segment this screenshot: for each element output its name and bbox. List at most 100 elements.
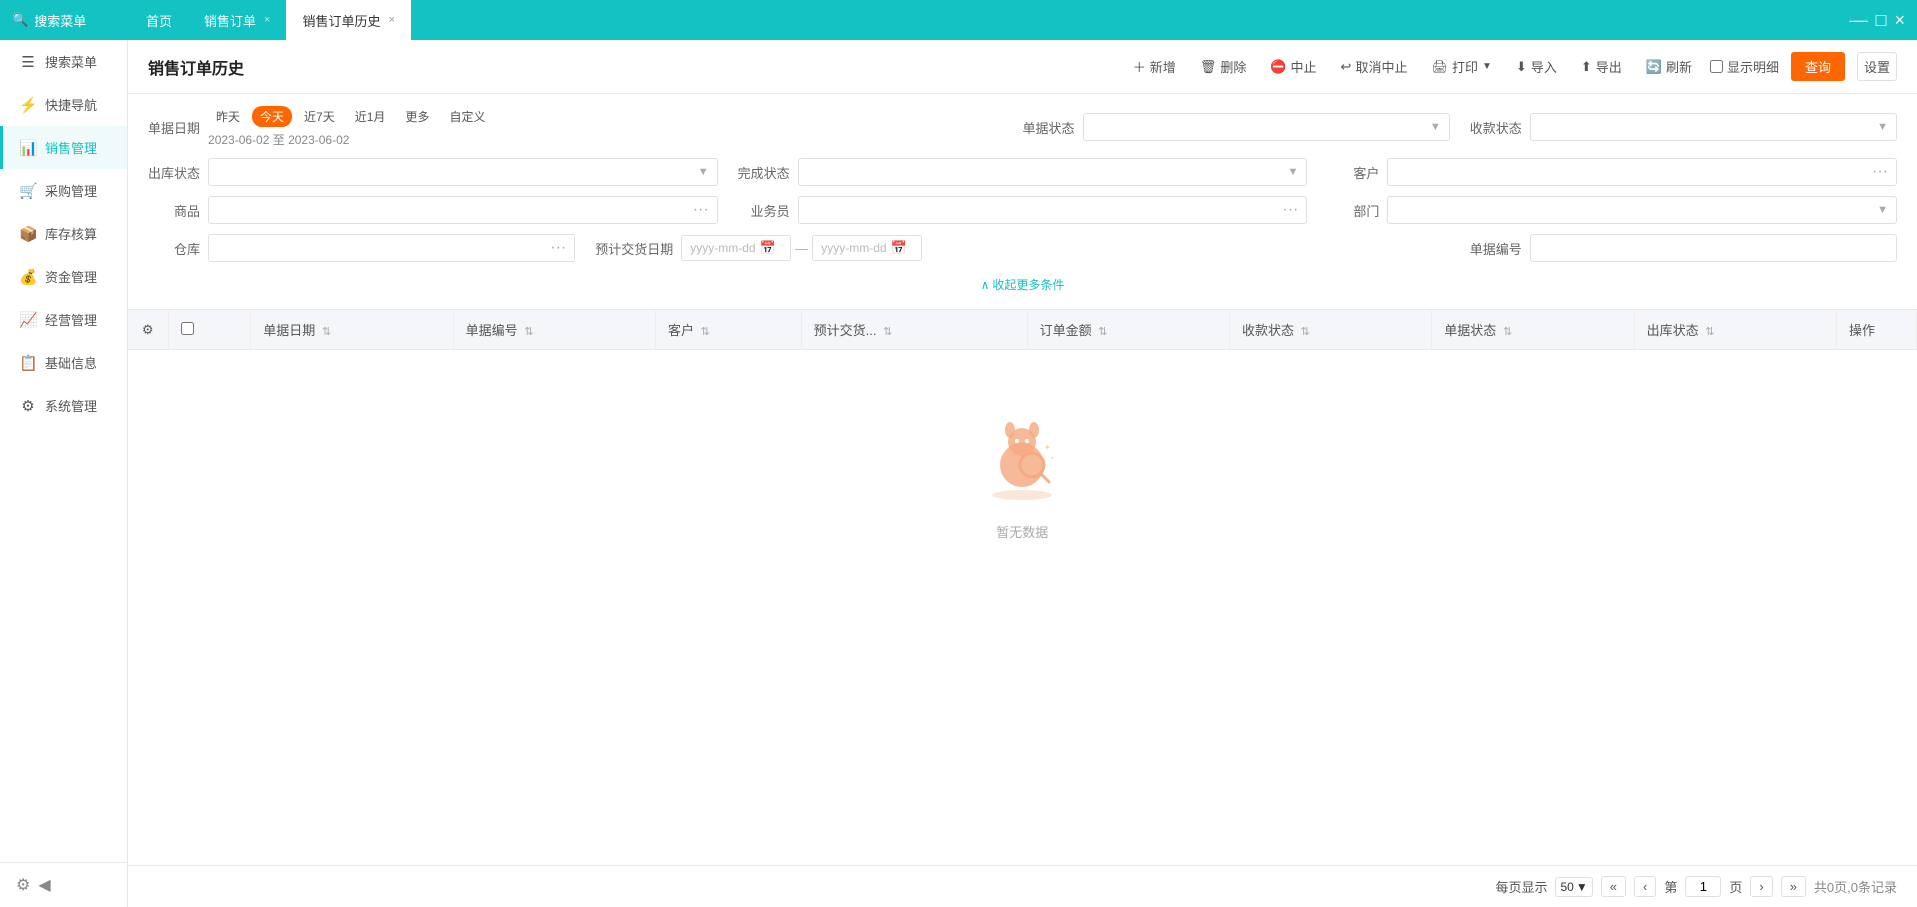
toolbar: ＋ 新增 🗑 删除 ⛔ 中止 ↩ 取消中止 🖨 打印 — [1127, 52, 1897, 81]
col-payment-status[interactable]: 收款状态 ⇅ — [1229, 310, 1431, 350]
display-details-checkbox[interactable] — [1710, 60, 1723, 73]
warehouse-out-select[interactable]: ▼ — [208, 158, 718, 186]
payment-status-select[interactable]: ▼ — [1530, 113, 1897, 141]
col-number[interactable]: 单据编号 ⇅ — [453, 310, 655, 350]
delivery-date-from[interactable]: yyyy-mm-dd 📅 — [681, 235, 791, 261]
page-label: 第 — [1664, 877, 1677, 896]
display-details-checkbox-label[interactable]: 显示明细 — [1710, 57, 1779, 76]
col-customer-label: 客户 — [668, 323, 694, 338]
product-input[interactable]: ··· — [208, 196, 718, 224]
select-all-checkbox[interactable] — [181, 322, 194, 335]
date-chip-today[interactable]: 今天 — [252, 106, 292, 127]
search-bar[interactable]: 🔍 搜索菜单 — [0, 5, 130, 36]
sidebar-item-purchase[interactable]: 🛒 采购管理 — [0, 169, 127, 212]
sidebar-purchase-label: 采购管理 — [45, 181, 97, 200]
stop-label: 中止 — [1291, 57, 1317, 76]
sidebar-item-sales[interactable]: 📊 销售管理 — [0, 126, 127, 169]
filter-warehouse-out-status: 出库状态 ▼ — [148, 158, 718, 186]
page-number-input[interactable] — [1685, 876, 1721, 897]
window-maximize-btn[interactable]: □ — [1876, 10, 1887, 31]
page-size-value: 50 — [1560, 880, 1573, 894]
print-button[interactable]: 🖨 打印 ▼ — [1425, 53, 1497, 80]
sales-icon: 📊 — [19, 139, 37, 157]
system-icon: ⚙ — [19, 397, 37, 415]
sidebar-item-basic-info[interactable]: 📋 基础信息 — [0, 341, 127, 384]
filter-salesperson: 业务员 ··· — [718, 196, 1308, 224]
sidebar-settings-icon[interactable]: ⚙ — [16, 875, 30, 895]
sidebar-item-quicknav[interactable]: ⚡ 快捷导航 — [0, 83, 127, 126]
delivery-date-to[interactable]: yyyy-mm-dd 📅 — [812, 235, 922, 261]
customer-label: 客户 — [1327, 163, 1387, 182]
close-history-tab[interactable]: × — [388, 14, 394, 26]
calendar-to-icon: 📅 — [891, 240, 907, 256]
new-button[interactable]: ＋ 新增 — [1127, 53, 1182, 80]
customer-dots-icon: ··· — [1872, 164, 1888, 180]
date-chip-custom[interactable]: 自定义 — [441, 106, 493, 127]
product-dots-icon: ··· — [693, 202, 709, 218]
date-chip-7days[interactable]: 近7天 — [296, 106, 343, 127]
window-close-btn[interactable]: × — [1894, 10, 1905, 31]
export-button[interactable]: ⬆ 导出 — [1575, 53, 1628, 80]
sidebar-item-operations[interactable]: 📈 经营管理 — [0, 298, 127, 341]
col-order-status[interactable]: 单据状态 ⇅ — [1432, 310, 1634, 350]
search-menu-label: 搜索菜单 — [34, 11, 86, 30]
order-number-input[interactable] — [1530, 234, 1897, 262]
search-menu-icon: ☰ — [19, 53, 37, 71]
col-amount[interactable]: 订单金额 ⇅ — [1027, 310, 1229, 350]
date-chip-1month[interactable]: 近1月 — [347, 106, 394, 127]
delete-icon: 🗑 — [1200, 59, 1217, 75]
close-sales-order-tab[interactable]: × — [264, 14, 270, 26]
col-payment-status-label: 收款状态 — [1242, 323, 1294, 338]
last-page-button[interactable]: » — [1781, 876, 1806, 897]
next-page-button[interactable]: › — [1750, 876, 1772, 897]
col-out-status[interactable]: 出库状态 ⇅ — [1634, 310, 1836, 350]
query-button[interactable]: 查询 — [1791, 52, 1845, 81]
filter-row-1: 单据日期 昨天 今天 近7天 近1月 更多 自定义 2023-06-02 至 2… — [148, 106, 1897, 148]
salesperson-input[interactable]: ··· — [798, 196, 1308, 224]
import-button[interactable]: ⬇ 导入 — [1510, 53, 1563, 80]
date-range-text: 2023-06-02 至 2023-06-02 — [208, 131, 493, 148]
customer-input[interactable]: ··· — [1387, 158, 1897, 186]
table-area: ⚙ 单据日期 ⇅ 单据编号 ⇅ 客户 — [128, 310, 1917, 865]
table-settings-col[interactable]: ⚙ — [128, 310, 168, 350]
warehouse-out-dropdown-icon: ▼ — [698, 166, 709, 178]
prev-page-button[interactable]: ‹ — [1634, 876, 1656, 897]
stop-button[interactable]: ⛔ 中止 — [1264, 53, 1322, 80]
warehouse-input[interactable]: ··· — [208, 234, 575, 262]
new-label: 新增 — [1150, 57, 1176, 76]
sidebar-item-system[interactable]: ⚙ 系统管理 — [0, 384, 127, 427]
first-page-button[interactable]: « — [1601, 876, 1626, 897]
col-customer[interactable]: 客户 ⇅ — [655, 310, 801, 350]
refresh-button[interactable]: 🔄 刷新 — [1640, 53, 1698, 80]
filter-completion-status: 完成状态 ▼ — [718, 158, 1308, 186]
col-delivery[interactable]: 预计交货... ⇅ — [801, 310, 1027, 350]
sidebar-item-inventory[interactable]: 📦 库存核算 — [0, 212, 127, 255]
department-select[interactable]: ▼ — [1387, 196, 1897, 224]
sidebar-collapse-icon[interactable]: ◀ — [38, 875, 50, 895]
page-size-select[interactable]: 50 ▼ — [1555, 877, 1592, 897]
display-details-label: 显示明细 — [1727, 57, 1779, 76]
print-label: 打印 — [1452, 57, 1478, 76]
sidebar-basic-info-label: 基础信息 — [45, 353, 97, 372]
settings-button[interactable]: 设置 — [1857, 52, 1897, 81]
refresh-icon: 🔄 — [1646, 59, 1662, 75]
date-label: 单据日期 — [148, 118, 208, 137]
tab-sales-order-history[interactable]: 销售订单历史 × — [286, 0, 410, 40]
order-status-select[interactable]: ▼ — [1083, 113, 1450, 141]
completion-select[interactable]: ▼ — [798, 158, 1308, 186]
cancel-stop-button[interactable]: ↩ 取消中止 — [1335, 53, 1414, 80]
tab-home[interactable]: 首页 — [130, 0, 188, 40]
finance-icon: 💰 — [19, 268, 37, 286]
sidebar-item-finance[interactable]: 💰 资金管理 — [0, 255, 127, 298]
date-chip-more[interactable]: 更多 — [397, 106, 437, 127]
delete-button[interactable]: 🗑 删除 — [1194, 53, 1253, 80]
col-amount-label: 订单金额 — [1040, 323, 1092, 338]
col-date[interactable]: 单据日期 ⇅ — [251, 310, 453, 350]
collapse-link[interactable]: ∧ 收起更多条件 — [148, 272, 1897, 297]
sidebar-item-search[interactable]: ☰ 搜索菜单 — [0, 40, 127, 83]
export-label: 导出 — [1596, 57, 1622, 76]
col-operations-label: 操作 — [1849, 323, 1875, 338]
window-minimize-btn[interactable]: — — [1850, 10, 1868, 31]
tab-sales-order[interactable]: 销售订单 × — [188, 0, 286, 40]
date-chip-yesterday[interactable]: 昨天 — [208, 106, 248, 127]
